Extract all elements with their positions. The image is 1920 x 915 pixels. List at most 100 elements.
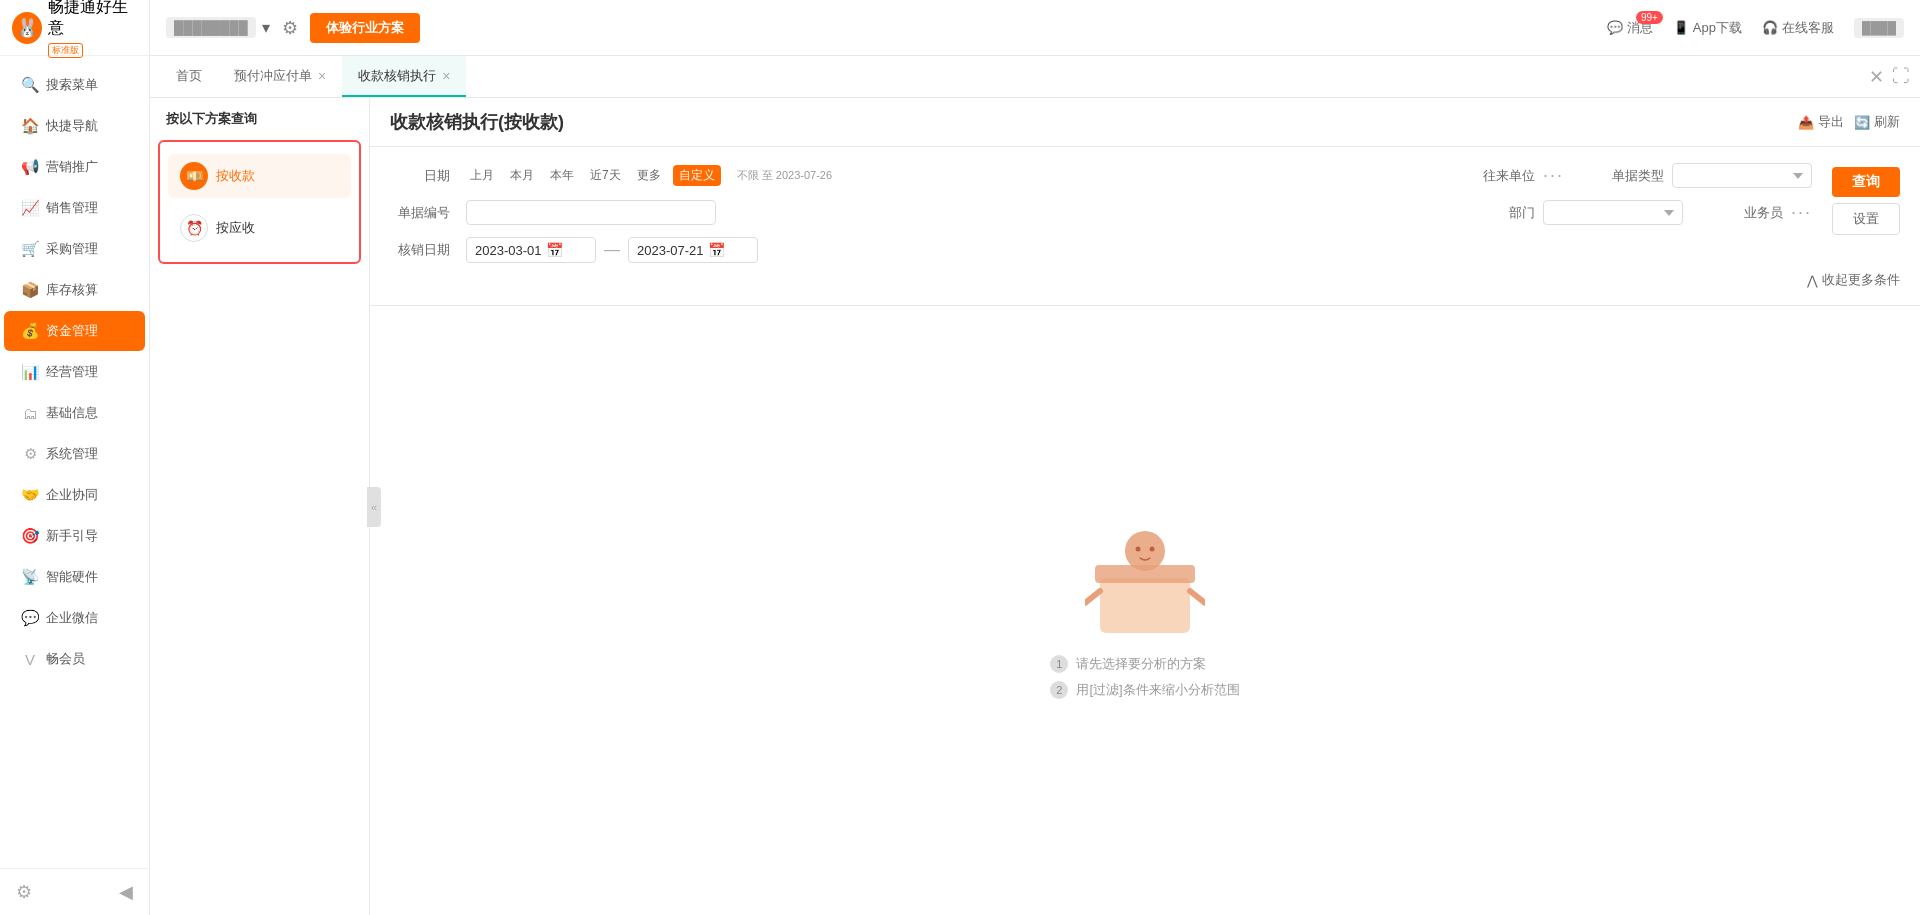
date-this-year[interactable]: 本年: [546, 165, 578, 186]
search-label: 搜索菜单: [46, 76, 98, 94]
tab-receive[interactable]: 收款核销执行 ×: [342, 56, 466, 97]
maximize-tab-icon[interactable]: ⛶: [1892, 66, 1910, 87]
option-by-receivable[interactable]: ⏰ 按应收: [168, 206, 351, 250]
counterparty-label: 往来单位: [1475, 167, 1535, 185]
counterparty-dots: ···: [1543, 165, 1564, 186]
refresh-button[interactable]: 🔄 刷新: [1854, 113, 1900, 131]
settings-icon[interactable]: ⚙: [16, 881, 32, 903]
search-icon: 🔍: [20, 75, 40, 95]
collapse-more-label: 收起更多条件: [1822, 271, 1900, 289]
export-icon: 📤: [1798, 115, 1814, 130]
voucher-no-input[interactable]: [466, 200, 716, 225]
dropdown-icon: ▾: [262, 18, 270, 37]
sidebar-item-inventory[interactable]: 📦 库存核算: [4, 270, 145, 310]
tab-receive-close[interactable]: ×: [442, 68, 450, 84]
business-icon: 📊: [20, 362, 40, 382]
option-by-receive[interactable]: 💴 按收款: [168, 154, 351, 198]
by-receivable-icon: ⏰: [180, 214, 208, 242]
verify-date-start[interactable]: 2023-03-01 📅: [466, 237, 596, 263]
marketing-label: 营销推广: [46, 158, 98, 176]
date-7days[interactable]: 近7天: [586, 165, 625, 186]
verify-date-start-value: 2023-03-01: [475, 243, 542, 258]
sidebar-item-member[interactable]: V 畅会员: [4, 639, 145, 679]
sidebar-item-company[interactable]: 🤝 企业协同: [4, 475, 145, 515]
collapse-sidebar-icon[interactable]: ◀: [119, 881, 133, 903]
refresh-label: 刷新: [1874, 113, 1900, 131]
top-header: ████████ ▾ ⚙ 体验行业方案 💬 消息 99+ 📱 App下载 🎧 在…: [150, 0, 1920, 56]
voucher-type-select[interactable]: [1672, 163, 1812, 188]
sidebar-item-purchase[interactable]: 🛒 采购管理: [4, 229, 145, 269]
main-area: ████████ ▾ ⚙ 体验行业方案 💬 消息 99+ 📱 App下载 🎧 在…: [150, 0, 1920, 915]
svg-line-5: [1085, 591, 1100, 603]
service-icon: 🎧: [1762, 20, 1778, 35]
wechat-icon: 💬: [20, 608, 40, 628]
date-custom[interactable]: 自定义: [673, 165, 721, 186]
hint-num-1: 1: [1050, 655, 1068, 673]
date-shortcuts: 上月 本月 本年 近7天 更多 自定义: [466, 165, 721, 186]
collapse-more-button[interactable]: ⋀ 收起更多条件: [390, 263, 1900, 289]
hardware-label: 智能硬件: [46, 568, 98, 586]
tab-home-label: 首页: [176, 67, 202, 85]
tab-prepay-close[interactable]: ×: [318, 68, 326, 84]
logo-title: 畅捷通好生意: [48, 0, 137, 39]
voucher-no-label: 单据编号: [390, 204, 450, 222]
sidebar-item-basic[interactable]: 🗂 基础信息: [4, 393, 145, 433]
gear-button[interactable]: ⚙: [282, 17, 298, 39]
empty-hint-1-text: 请先选择要分析的方案: [1076, 655, 1206, 673]
by-receive-icon: 💴: [180, 162, 208, 190]
date-this-month[interactable]: 本月: [506, 165, 538, 186]
header-right: 💬 消息 99+ 📱 App下载 🎧 在线客服 ████: [1607, 18, 1904, 38]
sidebar-item-business[interactable]: 📊 经营管理: [4, 352, 145, 392]
online-service-button[interactable]: 🎧 在线客服: [1762, 19, 1834, 37]
sidebar-item-hardware[interactable]: 📡 智能硬件: [4, 557, 145, 597]
sales-icon: 📈: [20, 198, 40, 218]
sidebar-item-wechat[interactable]: 💬 企业微信: [4, 598, 145, 638]
sidebar-item-finance[interactable]: 💰 资金管理: [4, 311, 145, 351]
hint-num-2: 2: [1050, 681, 1068, 699]
sidebar-item-sales[interactable]: 📈 销售管理: [4, 188, 145, 228]
sidebar-item-marketing[interactable]: 📢 营销推广: [4, 147, 145, 187]
member-icon: V: [20, 649, 40, 669]
close-all-tabs-icon[interactable]: ✕: [1869, 66, 1884, 88]
sidebar-footer: ⚙ ◀: [0, 868, 149, 915]
wechat-label: 企业微信: [46, 609, 98, 627]
sidebar-item-beginner[interactable]: 🎯 新手引导: [4, 516, 145, 556]
date-last-month[interactable]: 上月: [466, 165, 498, 186]
dept-label: 部门: [1475, 204, 1535, 222]
date-more[interactable]: 更多: [633, 165, 665, 186]
query-options: 💴 按收款 ⏰ 按应收: [158, 140, 361, 264]
sidebar-item-quick-nav[interactable]: 🏠 快捷导航: [4, 106, 145, 146]
user-avatar[interactable]: ████: [1854, 18, 1904, 38]
collapse-left-panel-button[interactable]: «: [367, 487, 381, 527]
message-icon: 💬: [1607, 20, 1623, 35]
query-button[interactable]: 查询: [1832, 167, 1900, 197]
business-label: 经营管理: [46, 363, 98, 381]
right-panel: 收款核销执行(按收款) 📤 导出 🔄 刷新: [370, 98, 1920, 915]
purchase-label: 采购管理: [46, 240, 98, 258]
sidebar-menu: 🔍 搜索菜单 🏠 快捷导航 📢 营销推广 📈 销售管理 🛒 采购管理 📦 库存核…: [0, 56, 149, 868]
company-icon: 🤝: [20, 485, 40, 505]
filter-area: 日期 上月 本月 本年 近7天 更多 自定义 不限 至 2023-07-26: [370, 147, 1920, 306]
empty-svg: [1085, 523, 1205, 643]
download-icon: 📱: [1673, 20, 1689, 35]
tab-prepay[interactable]: 预付冲应付单 ×: [218, 56, 342, 97]
app-download-button[interactable]: 📱 App下载: [1673, 19, 1742, 37]
solution-button[interactable]: 体验行业方案: [310, 13, 420, 43]
export-button[interactable]: 📤 导出: [1798, 113, 1844, 131]
empty-state: 1 请先选择要分析的方案 2 用[过滤]条件来缩小分析范围: [370, 306, 1920, 915]
message-button[interactable]: 💬 消息 99+: [1607, 19, 1653, 37]
setting-button[interactable]: 设置: [1832, 203, 1900, 235]
voucher-type-label: 单据类型: [1604, 167, 1664, 185]
verify-date-end[interactable]: 2023-07-21 📅: [628, 237, 758, 263]
company-selector[interactable]: ████████ ▾: [166, 17, 270, 38]
export-label: 导出: [1818, 113, 1844, 131]
sidebar-item-system[interactable]: ⚙ 系统管理: [4, 434, 145, 474]
header-left: ████████ ▾ ⚙ 体验行业方案: [166, 13, 420, 43]
dept-select[interactable]: [1543, 200, 1683, 225]
finance-icon: 💰: [20, 321, 40, 341]
tab-home[interactable]: 首页: [160, 56, 218, 97]
verify-date-label: 核销日期: [390, 241, 450, 259]
sidebar-item-search[interactable]: 🔍 搜索菜单: [4, 65, 145, 105]
tab-receive-label: 收款核销执行: [358, 67, 436, 85]
filter-row-2: 单据编号 部门 业务员: [390, 200, 1812, 225]
